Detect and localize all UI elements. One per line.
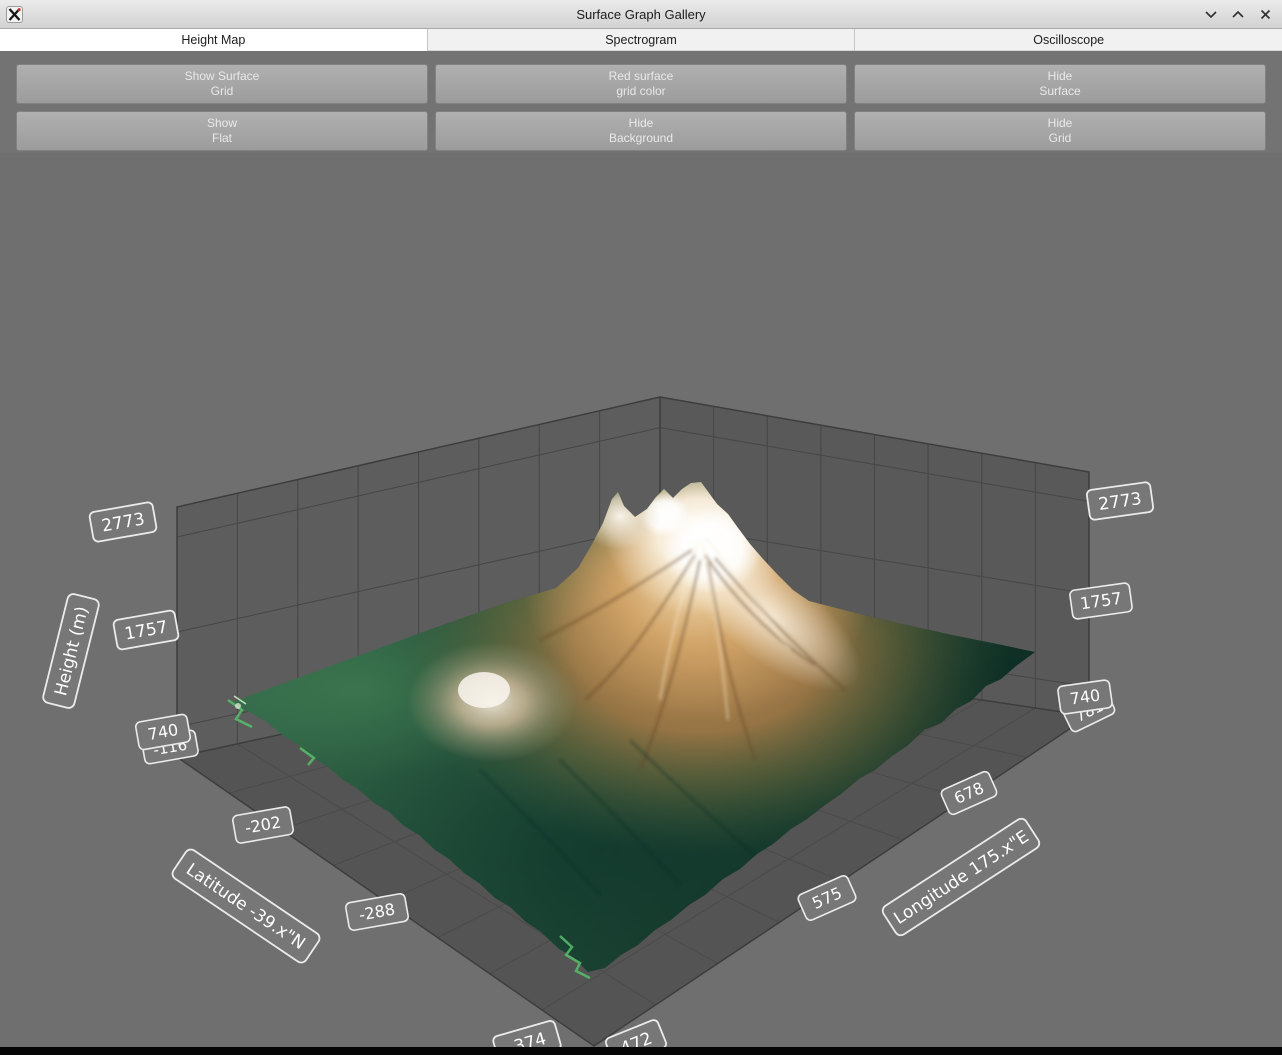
tab-oscilloscope[interactable]: Oscilloscope	[855, 29, 1282, 51]
button-label-line1: Hide	[629, 116, 654, 131]
close-icon	[1260, 9, 1271, 20]
red-surface-grid-color-button[interactable]: Red surface grid color	[435, 64, 847, 104]
button-label-line1: Show Surface	[185, 69, 260, 84]
maximize-button[interactable]	[1229, 5, 1247, 23]
height-tick-label-left: 1757	[113, 610, 179, 650]
button-label-line1: Hide	[1048, 116, 1073, 131]
button-label-line2: Grid	[211, 84, 234, 99]
button-label-line1: Show	[207, 116, 237, 131]
svg-text:Longitude 175.x"E: Longitude 175.x"E	[890, 827, 1032, 929]
app-icon	[6, 6, 23, 23]
button-label-line2: Surface	[1039, 84, 1080, 99]
bottom-edge	[0, 1047, 1282, 1055]
latitude-tick-label: -374	[492, 1020, 562, 1047]
minimize-button[interactable]	[1202, 5, 1220, 23]
hide-background-button[interactable]: Hide Background	[435, 111, 847, 151]
title-bar[interactable]: Surface Graph Gallery	[0, 0, 1282, 29]
button-label-line2: Flat	[212, 131, 232, 146]
cliff-speck	[235, 703, 241, 709]
chevron-up-icon	[1232, 9, 1244, 20]
button-label-line1: Red surface	[609, 69, 674, 84]
button-label-line2: Grid	[1049, 131, 1072, 146]
button-label-line1: Hide	[1048, 69, 1073, 84]
tab-height-map[interactable]: Height Map	[0, 29, 428, 51]
height-tick-label-right: 2773	[1086, 482, 1154, 521]
window-controls	[1202, 0, 1274, 28]
control-button-grid: Show Surface Grid Red surface grid color…	[0, 51, 1282, 153]
svg-text:Latitude -39.x"N: Latitude -39.x"N	[182, 860, 309, 954]
show-flat-button[interactable]: Show Flat	[16, 111, 428, 151]
app-window: Surface Graph Gallery Height Map	[0, 0, 1282, 1055]
tab-spectrogram[interactable]: Spectrogram	[428, 29, 856, 51]
close-button[interactable]	[1256, 5, 1274, 23]
height-axis-title: Height (m)	[42, 593, 100, 709]
tab-label: Oscilloscope	[1033, 33, 1104, 47]
surface-3d-canvas[interactable]: -116 -202 -288 -374 781	[0, 153, 1282, 1047]
hide-surface-button[interactable]: Hide Surface	[854, 64, 1266, 104]
latitude-tick-label: -202	[232, 806, 294, 844]
tab-label: Spectrogram	[605, 33, 677, 47]
show-surface-grid-button[interactable]: Show Surface Grid	[16, 64, 428, 104]
surface-plot-area[interactable]: -116 -202 -288 -374 781	[0, 153, 1282, 1047]
chevron-down-icon	[1205, 9, 1217, 20]
latitude-axis-title: Latitude -39.x"N	[170, 847, 322, 965]
tab-bar: Height Map Spectrogram Oscilloscope	[0, 29, 1282, 51]
button-label-line2: Background	[609, 131, 673, 146]
tab-label: Height Map	[181, 33, 245, 47]
window-title: Surface Graph Gallery	[0, 7, 1282, 22]
hide-grid-button[interactable]: Hide Grid	[854, 111, 1266, 151]
button-label-line2: grid color	[616, 84, 665, 99]
height-tick-label-left: 2773	[89, 502, 157, 543]
latitude-tick-label: -288	[345, 893, 409, 931]
x11-icon	[6, 6, 23, 23]
